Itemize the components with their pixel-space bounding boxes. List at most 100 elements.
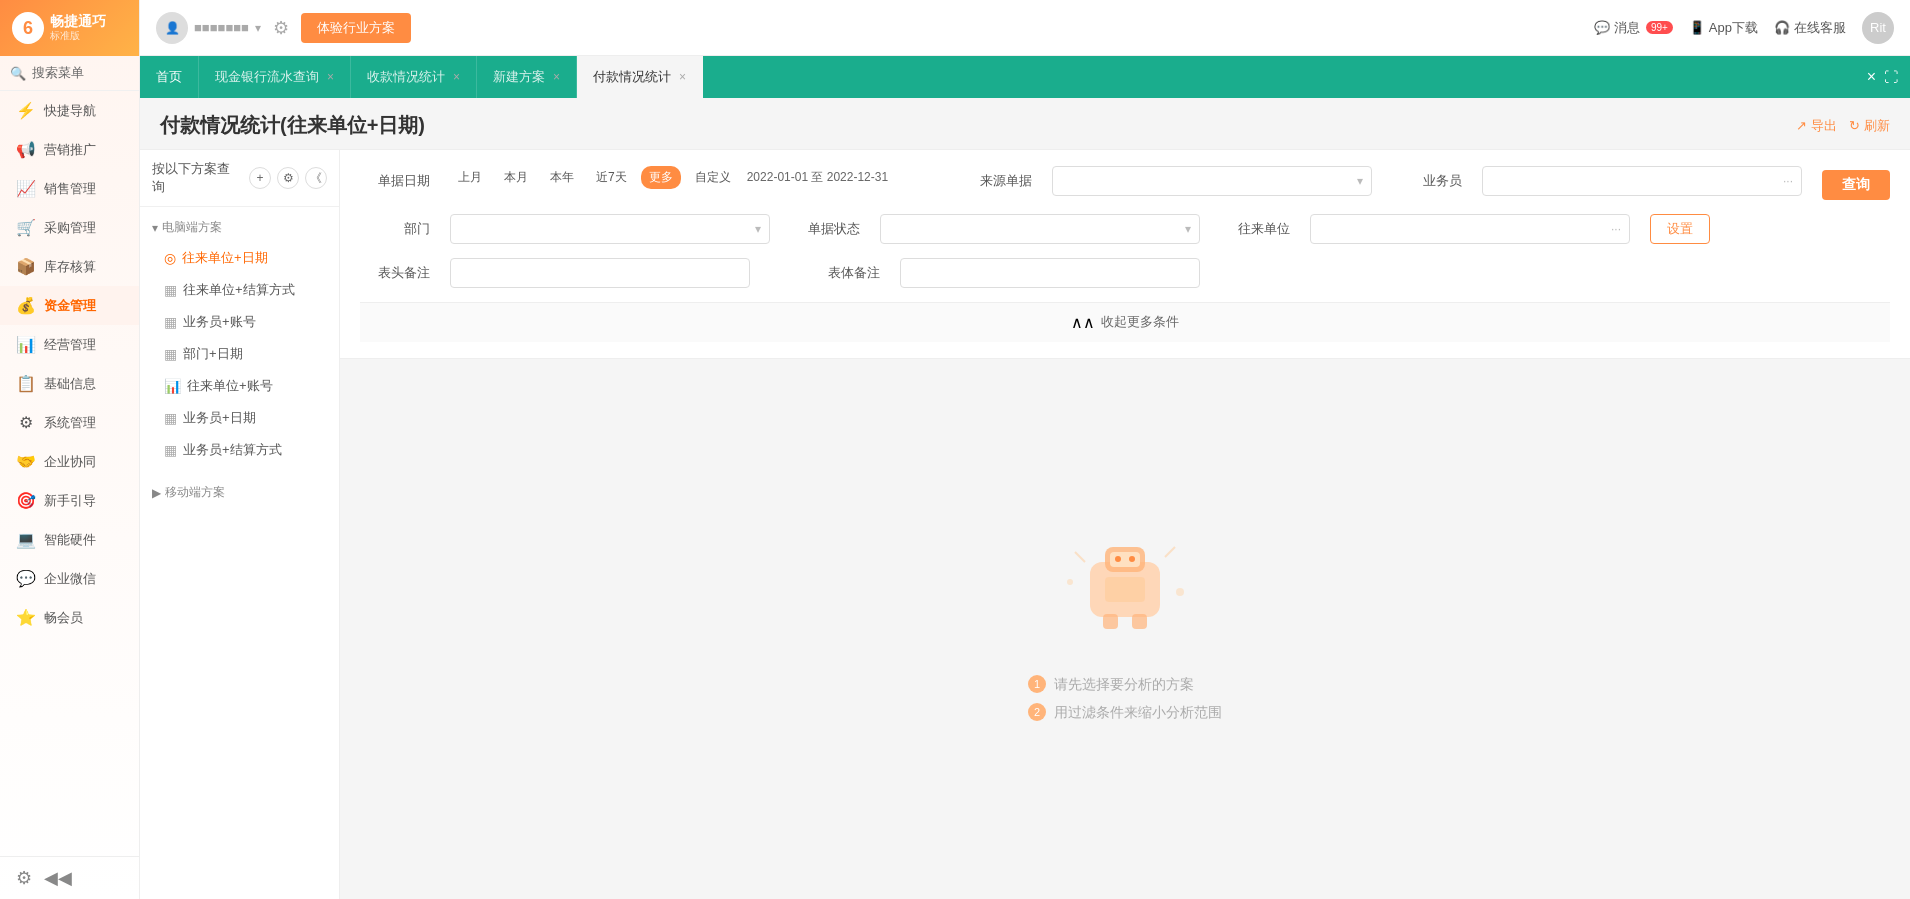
mobile-section-title-label: 移动端方案	[165, 484, 225, 501]
nav-item-hardware[interactable]: 💻 智能硬件	[0, 520, 139, 559]
collapse-arrows-icon: 《	[310, 170, 322, 187]
staff-select[interactable]: ···	[1482, 166, 1802, 196]
date-btn-this-month[interactable]: 本月	[496, 166, 536, 189]
scheme-icon-staff-date: ▦	[164, 410, 177, 426]
scheme-icon-partner-account: 📊	[164, 378, 181, 394]
refresh-icon: ↻	[1849, 118, 1860, 133]
panel-header: 按以下方案查询 + ⚙ 《	[140, 150, 339, 207]
nav-icon-collab: 🤝	[16, 452, 36, 471]
search-menu[interactable]: 🔍 搜索菜单	[0, 56, 139, 91]
date-btn-custom[interactable]: 自定义	[687, 166, 739, 189]
scheme-item-partner-date[interactable]: ◎ 往来单位+日期	[140, 242, 339, 274]
export-button[interactable]: ↗ 导出	[1796, 117, 1837, 135]
collapse-more-btn[interactable]: ∧∧ 收起更多条件	[360, 302, 1890, 342]
scheme-item-dept-date[interactable]: ▦ 部门+日期	[140, 338, 339, 370]
scheme-label-dept-date: 部门+日期	[183, 345, 243, 363]
scheme-settings-button[interactable]: ⚙	[277, 167, 299, 189]
head-note-input[interactable]	[450, 258, 750, 288]
tab-bank-flow-close[interactable]: ×	[327, 70, 334, 84]
scheme-item-partner-settle[interactable]: ▦ 往来单位+结算方式	[140, 274, 339, 306]
nav-item-operation[interactable]: 📊 经营管理	[0, 325, 139, 364]
gear-small-icon: ⚙	[283, 171, 294, 185]
sidebar-footer: ⚙ ◀◀	[0, 856, 139, 899]
nav-item-marketing[interactable]: 📢 营销推广	[0, 130, 139, 169]
filter-area: 单据日期 上月 本月 本年 近7天 更多 自定义 2022-01-01 至 20…	[340, 150, 1910, 359]
refresh-button[interactable]: ↻ 刷新	[1849, 117, 1890, 135]
scheme-item-staff-settle[interactable]: ▦ 业务员+结算方式	[140, 434, 339, 466]
online-service-label: 在线客服	[1794, 19, 1846, 37]
nav-item-member[interactable]: ⭐ 畅会员	[0, 598, 139, 637]
partner-select[interactable]: ···	[1310, 214, 1630, 244]
nav-item-purchase[interactable]: 🛒 采购管理	[0, 208, 139, 247]
date-btn-last-month[interactable]: 上月	[450, 166, 490, 189]
nav-icon-sales: 📈	[16, 179, 36, 198]
export-icon: ↗	[1796, 118, 1807, 133]
app-download-btn[interactable]: 📱 App下载	[1689, 19, 1758, 37]
status-select[interactable]: ▾	[880, 214, 1200, 244]
tab-receipt-stats[interactable]: 收款情况统计 ×	[351, 56, 477, 98]
tab-home[interactable]: 首页	[140, 56, 199, 98]
source-chevron: ▾	[1357, 174, 1363, 188]
scheme-label-staff-date: 业务员+日期	[183, 409, 256, 427]
app-download-label: App下载	[1709, 19, 1758, 37]
profile-name: ■■■■■■■	[194, 20, 249, 35]
date-btn-more[interactable]: 更多	[641, 166, 681, 189]
scheme-active-icon: ◎	[164, 250, 176, 266]
online-service-btn[interactable]: 🎧 在线客服	[1774, 19, 1846, 37]
source-select[interactable]: ▾	[1052, 166, 1372, 196]
nav-item-sales[interactable]: 📈 销售管理	[0, 169, 139, 208]
nav-item-wechat[interactable]: 💬 企业微信	[0, 559, 139, 598]
mobile-section-header[interactable]: ▶ 移动端方案	[140, 478, 339, 507]
tab-bank-flow[interactable]: 现金银行流水查询 ×	[199, 56, 351, 98]
profile-chevron[interactable]: ▾	[255, 21, 261, 35]
nav-icon-guide: 🎯	[16, 491, 36, 510]
dept-select[interactable]: ▾	[450, 214, 770, 244]
scheme-item-partner-account[interactable]: 📊 往来单位+账号	[140, 370, 339, 402]
collapse-chevron-icon: ∧∧	[1071, 313, 1095, 332]
trial-button[interactable]: 体验行业方案	[301, 13, 411, 43]
query-button[interactable]: 查询	[1822, 170, 1890, 200]
collapse-panel-button[interactable]: 《	[305, 167, 327, 189]
settings-bottom-icon[interactable]: ⚙	[16, 867, 32, 889]
scheme-item-staff-account[interactable]: ▦ 业务员+账号	[140, 306, 339, 338]
nav-item-quick-nav[interactable]: ⚡ 快捷导航	[0, 91, 139, 130]
add-scheme-button[interactable]: +	[249, 167, 271, 189]
tab-home-label: 首页	[156, 68, 182, 86]
nav-item-guide[interactable]: 🎯 新手引导	[0, 481, 139, 520]
body-note-input[interactable]	[900, 258, 1200, 288]
topbar: 👤 ■■■■■■■ ▾ ⚙ 体验行业方案 💬 消息 99+ 📱 App下载 🎧 …	[140, 0, 1910, 56]
user-avatar[interactable]: Rit	[1862, 12, 1894, 44]
tab-receipt-stats-close[interactable]: ×	[453, 70, 460, 84]
desktop-section-header[interactable]: ▾ 电脑端方案	[140, 213, 339, 242]
date-btn-7days[interactable]: 近7天	[588, 166, 635, 189]
profile-area: 👤 ■■■■■■■ ▾	[156, 12, 261, 44]
nav-icon-system: ⚙	[16, 413, 36, 432]
nav-item-system[interactable]: ⚙ 系统管理	[0, 403, 139, 442]
desktop-scheme-section: ▾ 电脑端方案 ◎ 往来单位+日期 ▦ 往来单位+结算方式 ▦ 业务员+账号 ▦	[140, 207, 339, 472]
status-chevron: ▾	[1185, 222, 1191, 236]
collapse-sidebar-icon[interactable]: ◀◀	[44, 867, 72, 889]
tab-payment-stats[interactable]: 付款情况统计 ×	[577, 56, 703, 98]
settings-topbar-icon[interactable]: ⚙	[273, 17, 289, 39]
query-section: 查询	[1822, 166, 1890, 200]
nav-item-basic[interactable]: 📋 基础信息	[0, 364, 139, 403]
nav-label-guide: 新手引导	[44, 492, 96, 510]
setting-button[interactable]: 设置	[1650, 214, 1710, 244]
headset-icon: 🎧	[1774, 20, 1790, 35]
nav-label-operation: 经营管理	[44, 336, 96, 354]
nav-label-purchase: 采购管理	[44, 219, 96, 237]
scheme-item-staff-date[interactable]: ▦ 业务员+日期	[140, 402, 339, 434]
svg-point-11	[1176, 588, 1184, 596]
nav-item-finance[interactable]: 💰 资金管理	[0, 286, 139, 325]
staff-filter-label: 业务员	[1392, 166, 1462, 190]
dept-chevron: ▾	[755, 222, 761, 236]
expand-icon[interactable]: ⛶	[1884, 69, 1898, 85]
nav-item-inventory[interactable]: 📦 库存核算	[0, 247, 139, 286]
nav-item-collab[interactable]: 🤝 企业协同	[0, 442, 139, 481]
date-btn-this-year[interactable]: 本年	[542, 166, 582, 189]
tab-new-scheme[interactable]: 新建方案 ×	[477, 56, 577, 98]
notifications-btn[interactable]: 💬 消息 99+	[1594, 19, 1673, 37]
close-all-tabs-icon[interactable]: ×	[1867, 68, 1876, 86]
tab-payment-stats-close[interactable]: ×	[679, 70, 686, 84]
tab-new-scheme-close[interactable]: ×	[553, 70, 560, 84]
